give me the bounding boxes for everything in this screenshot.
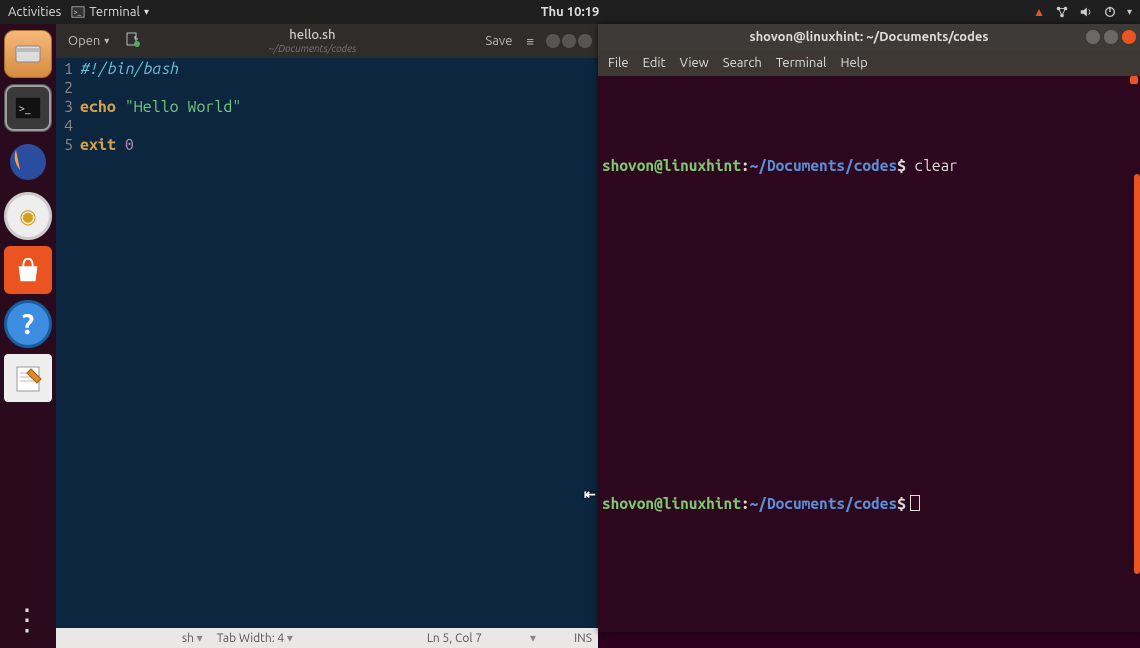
dock-software[interactable]	[4, 246, 52, 294]
gedit-filename: hello.sh	[147, 28, 477, 42]
gedit-headerbar: Open ▾ hello.sh ~/Documents/codes Save ≡	[56, 24, 598, 58]
terminal-line: shovon@linuxhint:~/Documents/codes$ clea…	[602, 156, 1136, 175]
svg-text:>_: >_	[74, 9, 82, 17]
prompt-path: ~/Documents/codes	[750, 495, 898, 512]
minimize-button[interactable]	[546, 34, 560, 48]
files-icon	[12, 38, 44, 70]
volume-icon[interactable]	[1079, 5, 1093, 19]
music-icon: ◉	[19, 204, 36, 228]
terminal-line: shovon@linuxhint:~/Documents/codes$	[602, 494, 920, 513]
line-number: 2	[56, 79, 73, 98]
warning-icon[interactable]: ▲	[1033, 5, 1045, 19]
cursor-icon	[910, 495, 920, 511]
save-button[interactable]: Save	[477, 32, 520, 50]
menu-help[interactable]: Help	[840, 56, 867, 70]
dock-texteditor[interactable]	[4, 354, 52, 402]
line-number: 5	[56, 136, 73, 155]
chevron-down-icon[interactable]: ▾	[1127, 6, 1132, 18]
maximize-button[interactable]	[1104, 30, 1118, 44]
power-icon[interactable]	[1103, 5, 1117, 19]
status-cursor: Ln 5, Col 7	[427, 632, 482, 645]
gedit-filepath: ~/Documents/codes	[147, 43, 477, 54]
shopping-bag-icon	[13, 255, 43, 285]
menu-file[interactable]: File	[608, 56, 629, 70]
line-number: 4	[56, 117, 73, 136]
status-tabwidth[interactable]: Tab Width: 4	[217, 631, 293, 645]
firefox-icon	[6, 140, 50, 184]
menu-search[interactable]: Search	[723, 56, 762, 70]
terminal-body[interactable]: shovon@linuxhint:~/Documents/codes$ clea…	[598, 76, 1140, 632]
minimize-button[interactable]	[1086, 30, 1100, 44]
open-label: Open	[68, 34, 100, 48]
gedit-title: hello.sh ~/Documents/codes	[147, 28, 477, 53]
top-bar: Activities >_ Terminal ▾ Thu 10:19 ▲ ▾	[0, 0, 1140, 24]
corner-indicator	[1130, 76, 1138, 84]
line-gutter: 1 2 3 4 5	[56, 58, 78, 628]
notepad-icon	[11, 361, 45, 395]
line-number: 3	[56, 98, 73, 117]
terminal-icon: >_	[13, 93, 43, 123]
code-keyword: exit	[80, 136, 116, 154]
prompt-user: shovon@linuxhint	[602, 495, 741, 512]
status-insertmode[interactable]: INS	[574, 632, 592, 645]
editor-area[interactable]: 1 2 3 4 5 #!/bin/bash echo "Hello World"…	[56, 58, 598, 628]
chevron-down-icon: ▾	[104, 35, 109, 47]
line-number: 1	[56, 60, 73, 79]
status-language[interactable]: sh	[182, 631, 203, 645]
scrollbar[interactable]	[1134, 174, 1140, 574]
terminal-icon: >_	[71, 5, 85, 19]
menu-edit[interactable]: Edit	[643, 56, 666, 70]
code-content[interactable]: #!/bin/bash echo "Hello World" exit 0	[78, 58, 598, 628]
new-doc-icon	[125, 32, 141, 48]
gedit-statusbar: sh Tab Width: 4 Ln 5, Col 7 ▾ INS	[56, 628, 598, 648]
dock: >_ ◉ ? ⋮⋮⋮	[0, 24, 56, 648]
dock-firefox[interactable]	[4, 138, 52, 186]
code-string: "Hello World"	[125, 98, 241, 116]
hamburger-icon: ≡	[526, 35, 534, 49]
dock-show-apps[interactable]: ⋮⋮⋮	[4, 596, 52, 644]
window-controls	[1086, 30, 1136, 44]
code-keyword: echo	[80, 98, 116, 116]
close-button[interactable]	[578, 34, 592, 48]
open-button[interactable]: Open ▾	[62, 32, 115, 50]
resize-cursor-icon: ⇤	[584, 486, 596, 503]
dock-files[interactable]	[4, 30, 52, 78]
maximize-button[interactable]	[562, 34, 576, 48]
chevron-down-icon: ▾	[144, 6, 149, 18]
dock-rhythmbox[interactable]: ◉	[4, 192, 52, 240]
terminal-titlebar[interactable]: shovon@linuxhint: ~/Documents/codes	[598, 24, 1140, 50]
dock-help[interactable]: ?	[4, 300, 52, 348]
app-menu-label: Terminal	[89, 5, 140, 19]
close-button[interactable]	[1122, 30, 1136, 44]
clock[interactable]: Thu 10:19	[541, 5, 600, 19]
activities-button[interactable]: Activities	[8, 5, 61, 19]
gedit-window: Open ▾ hello.sh ~/Documents/codes Save ≡…	[56, 24, 598, 648]
code-shebang: #!/bin/bash	[80, 60, 179, 78]
svg-text:>_: >_	[19, 103, 31, 115]
terminal-menubar: File Edit View Search Terminal Help	[598, 50, 1140, 76]
menu-view[interactable]: View	[680, 56, 709, 70]
new-document-button[interactable]	[119, 30, 147, 53]
terminal-title: shovon@linuxhint: ~/Documents/codes	[598, 30, 1140, 44]
help-icon: ?	[22, 309, 34, 340]
dock-terminal[interactable]: >_	[4, 84, 52, 132]
window-controls	[546, 34, 592, 48]
menu-terminal[interactable]: Terminal	[776, 56, 827, 70]
code-number: 0	[125, 136, 134, 154]
terminal-command: clear	[915, 157, 958, 174]
network-icon[interactable]	[1055, 5, 1069, 19]
app-menu[interactable]: >_ Terminal ▾	[71, 5, 149, 19]
terminal-window: shovon@linuxhint: ~/Documents/codes File…	[598, 24, 1140, 632]
hamburger-menu[interactable]: ≡	[520, 32, 540, 51]
prompt-path: ~/Documents/codes	[750, 157, 898, 174]
prompt-user: shovon@linuxhint	[602, 157, 741, 174]
